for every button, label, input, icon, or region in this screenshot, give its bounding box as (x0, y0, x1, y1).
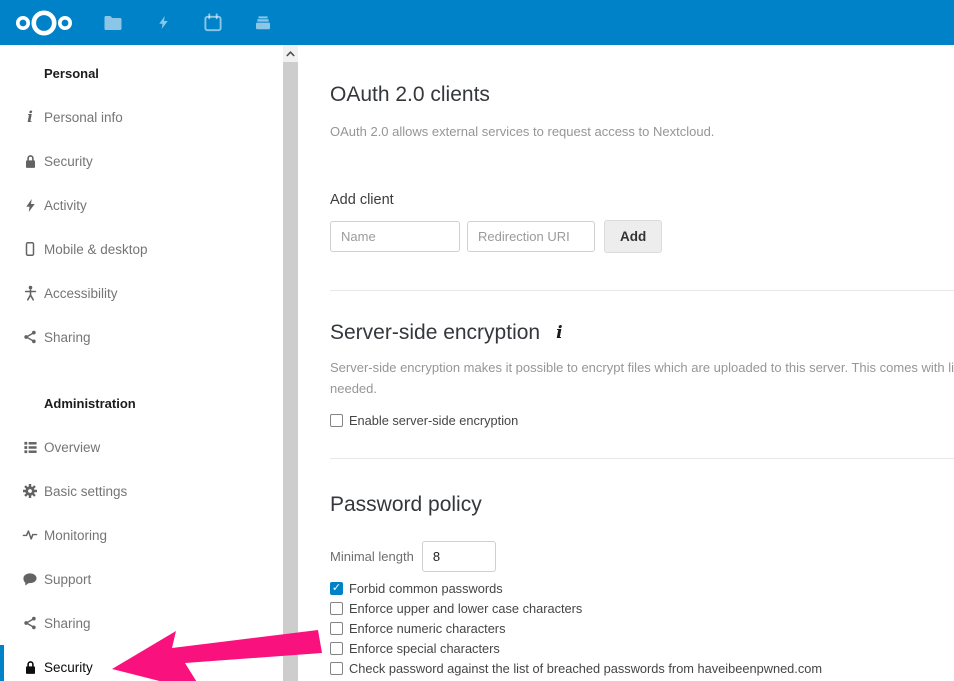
list-icon (22, 439, 38, 455)
sidebar-item-support[interactable]: Support (0, 557, 300, 601)
redirection-uri-input[interactable] (467, 221, 595, 252)
enable-encryption-checkbox[interactable]: Enable server-side encryption (330, 411, 954, 429)
encryption-description: Server-side encryption makes it possible… (330, 357, 954, 399)
sidebar-item-overview[interactable]: Overview (0, 425, 300, 469)
checkbox-icon (330, 414, 343, 427)
sidebar-item-security[interactable]: Security (0, 139, 300, 183)
minimal-length-input[interactable] (422, 541, 496, 572)
policy-checkbox-enforce-special-characters[interactable]: Enforce special characters (330, 638, 954, 658)
sidebar-item-label: Support (44, 572, 91, 587)
add-client-label: Add client (330, 192, 954, 208)
sidebar-item-label: Overview (44, 440, 100, 455)
checkbox-icon (330, 642, 343, 655)
oauth-section: OAuth 2.0 clients OAuth 2.0 allows exter… (300, 45, 954, 291)
settings-content: OAuth 2.0 clients OAuth 2.0 allows exter… (300, 45, 954, 681)
sidebar-item-personal-info[interactable]: i Personal info (0, 95, 300, 139)
client-name-input[interactable] (330, 221, 460, 252)
enable-encryption-label: Enable server-side encryption (349, 413, 518, 428)
minimal-length-label: Minimal length (330, 549, 414, 564)
pulse-icon (22, 527, 38, 543)
encryption-section: Server-side encryption i Server-side enc… (300, 291, 954, 459)
app-header (0, 0, 954, 45)
sidebar-item-label: Monitoring (44, 528, 107, 543)
files-folder-icon[interactable] (88, 0, 138, 45)
info-icon[interactable]: i (556, 323, 562, 343)
sidebar-item-sharing[interactable]: Sharing (0, 315, 300, 359)
minimal-length-row: Minimal length (330, 541, 954, 572)
sidebar-item-activity[interactable]: Activity (0, 183, 300, 227)
sidebar-item-label: Accessibility (44, 286, 118, 301)
add-client-row: Add (330, 220, 954, 253)
sidebar-item-basic-settings[interactable]: Basic settings (0, 469, 300, 513)
checkbox-checked-icon: ✓ (330, 582, 343, 595)
password-policy-title-text: Password policy (330, 493, 482, 517)
lock-icon (22, 153, 38, 169)
deck-icon[interactable] (238, 0, 288, 45)
nextcloud-logo-icon (12, 5, 76, 41)
policy-checkbox-label: Enforce upper and lower case characters (349, 601, 582, 616)
bolt-icon (22, 197, 38, 213)
sidebar-scrollbar[interactable] (283, 45, 298, 681)
share-icon (22, 329, 38, 345)
policy-checkbox-enforce-numeric-characters[interactable]: Enforce numeric characters (330, 618, 954, 638)
encryption-description-line1: Server-side encryption makes it possible… (330, 357, 954, 378)
sidebar-item-label: Sharing (44, 330, 91, 345)
policy-checkbox-forbid-common-passwords[interactable]: ✓ Forbid common passwords (330, 578, 954, 598)
sidebar-item-security[interactable]: Security (0, 645, 300, 681)
lock-icon (22, 659, 38, 675)
policy-checkbox-label: Check password against the list of breac… (349, 661, 822, 676)
sidebar-item-label: Sharing (44, 616, 91, 631)
chevron-up-icon (286, 51, 295, 57)
sidebar-item-label: Basic settings (44, 484, 127, 499)
sidebar-item-monitoring[interactable]: Monitoring (0, 513, 300, 557)
oauth-title: OAuth 2.0 clients (330, 83, 954, 107)
checkbox-icon (330, 662, 343, 675)
phone-icon (22, 241, 38, 257)
policy-checkbox-list: ✓ Forbid common passwords Enforce upper an… (330, 578, 954, 678)
scrollbar-thumb[interactable] (283, 62, 298, 681)
add-client-button[interactable]: Add (604, 220, 662, 253)
checkbox-icon (330, 622, 343, 635)
accessibility-icon (22, 285, 38, 301)
policy-checkbox-enforce-upper-and-lower-case-characters[interactable]: Enforce upper and lower case characters (330, 598, 954, 618)
nextcloud-logo[interactable] (10, 5, 78, 41)
sidebar-item-mobile-desktop[interactable]: Mobile & desktop (0, 227, 300, 271)
sidebar-item-sharing[interactable]: Sharing (0, 601, 300, 645)
scrollbar-up-button[interactable] (283, 45, 298, 62)
sidebar-item-label: Security (44, 660, 93, 675)
policy-checkbox-label: Enforce numeric characters (349, 621, 505, 636)
settings-sidebar: Personal i Personal info Security Activity Mo… (0, 45, 300, 681)
sidebar-item-label: Security (44, 154, 93, 169)
sidebar-item-label: Mobile & desktop (44, 242, 148, 257)
policy-checkbox-check-password-against-the-list-of-breac[interactable]: Check password against the list of breac… (330, 658, 954, 678)
calendar-icon[interactable] (188, 0, 238, 45)
checkbox-icon (330, 602, 343, 615)
policy-checkbox-label: Forbid common passwords (349, 581, 503, 596)
gear-icon (22, 483, 38, 499)
sidebar-item-accessibility[interactable]: Accessibility (0, 271, 300, 315)
app-icon-bar (88, 0, 288, 45)
encryption-description-line2: needed. (330, 378, 954, 399)
info-icon: i (22, 109, 38, 125)
sidebar-item-label: Activity (44, 198, 87, 213)
oauth-description: OAuth 2.0 allows external services to re… (330, 121, 954, 142)
policy-checkbox-label: Enforce special characters (349, 641, 500, 656)
chat-icon (22, 571, 38, 587)
oauth-title-text: OAuth 2.0 clients (330, 83, 490, 107)
sidebar-caption-administration: Administration (0, 381, 300, 425)
sidebar-caption-personal: Personal (0, 51, 300, 95)
activity-lightning-icon[interactable] (138, 0, 188, 45)
sidebar-item-label: Personal info (44, 110, 123, 125)
password-policy-section: Password policy Minimal length ✓ Forbid c… (300, 459, 954, 678)
password-policy-title: Password policy (330, 493, 954, 517)
share-icon (22, 615, 38, 631)
encryption-title-text: Server-side encryption (330, 321, 540, 345)
encryption-title: Server-side encryption i (330, 321, 954, 345)
